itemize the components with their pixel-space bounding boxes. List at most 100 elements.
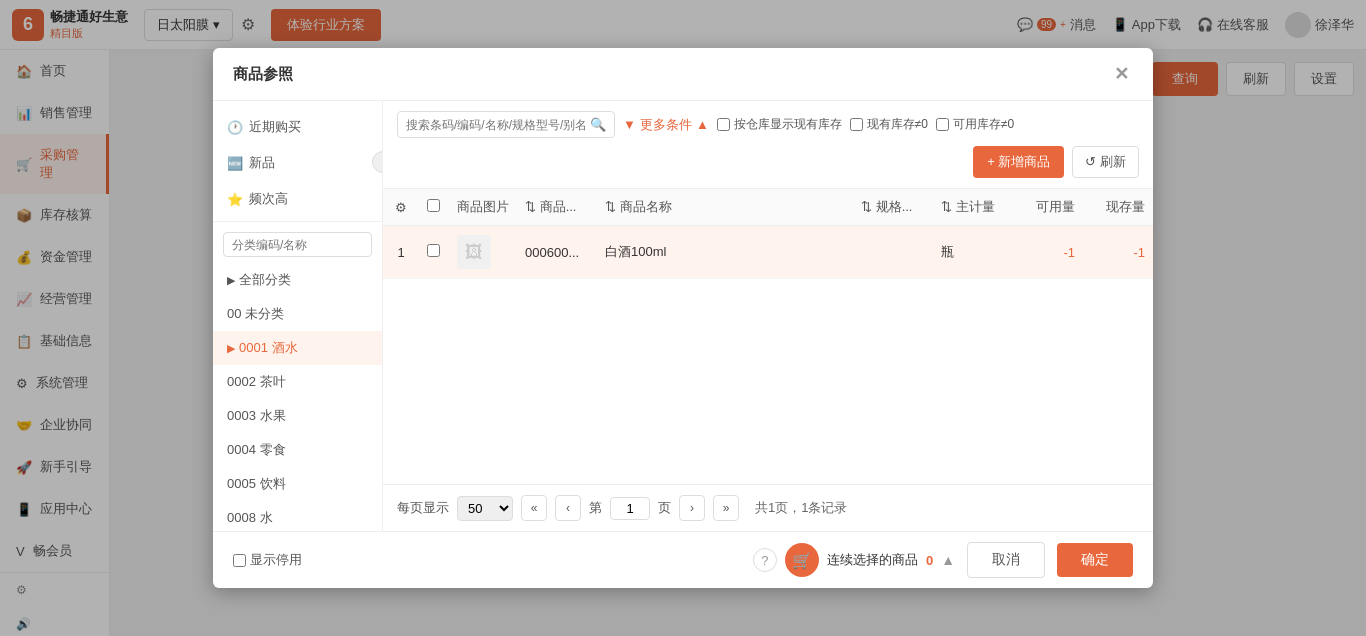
cat-arrow-all: ▶ [227, 274, 235, 287]
th-img-label: 商品图片 [457, 199, 509, 214]
cart-count: 0 [926, 553, 933, 568]
sort-spec-icon: ⇅ [861, 199, 872, 214]
cell-stock: -1 [1083, 226, 1153, 279]
cancel-button[interactable]: 取消 [967, 542, 1045, 578]
last-page-btn[interactable]: » [713, 495, 739, 521]
page-suffix: 页 [658, 499, 671, 517]
page-label: 第 [589, 499, 602, 517]
checkbox-stock-ne0-label[interactable]: 现有库存≠0 [850, 116, 928, 133]
per-page-label: 每页显示 [397, 499, 449, 517]
checkbox-warehouse-label[interactable]: 按仓库显示现有库存 [717, 116, 842, 133]
prev-page-btn[interactable]: ‹ [555, 495, 581, 521]
modal: 商品参照 ✕ 🕐 近期购买 🆕 新品 [213, 48, 1153, 588]
product-image-placeholder: 🖼 [457, 235, 491, 269]
cell-spec [853, 226, 933, 279]
cat-label-0005: 0005 饮料 [227, 475, 286, 493]
checkbox-stock-ne0-text: 现有库存≠0 [867, 116, 928, 133]
show-disabled-text: 显示停用 [250, 551, 302, 569]
modal-sidebar-recent[interactable]: 🕐 近期购买 [213, 109, 382, 145]
cat-item-0004[interactable]: 0004 零食 [213, 433, 382, 467]
th-avail-label: 可用量 [1036, 199, 1075, 214]
add-product-button[interactable]: + 新增商品 [973, 146, 1064, 178]
filter-label: 更多条件 [640, 116, 692, 134]
table-row[interactable]: 1 🖼 000600... 白酒100ml [383, 226, 1153, 279]
cat-item-0003[interactable]: 0003 水果 [213, 399, 382, 433]
th-stock: 现存量 [1083, 189, 1153, 226]
show-disabled-label[interactable]: 显示停用 [233, 551, 302, 569]
th-name[interactable]: ⇅ 商品名称 [597, 189, 853, 226]
cat-item-0008[interactable]: 0008 水 [213, 501, 382, 531]
next-page-btn[interactable]: › [679, 495, 705, 521]
th-stock-label: 现存量 [1106, 199, 1145, 214]
th-code[interactable]: ⇅ 商品... [517, 189, 597, 226]
th-gear[interactable]: ⚙ [383, 189, 419, 226]
cart-chevron-icon[interactable]: ▲ [941, 552, 955, 568]
cat-arrow-0001: ▶ [227, 342, 235, 355]
table-refresh-button[interactable]: ↺ 刷新 [1072, 146, 1139, 178]
table-settings-icon[interactable]: ⚙ [395, 200, 407, 215]
filter-btn[interactable]: ▼ 更多条件 ▲ [623, 116, 709, 134]
checkbox-stock-ne0[interactable] [850, 118, 863, 131]
cat-label-0002: 0002 茶叶 [227, 373, 286, 391]
category-search-input[interactable] [232, 238, 382, 252]
category-search[interactable]: 🔍 [223, 232, 372, 257]
sort-unit-icon: ⇅ [941, 199, 952, 214]
product-search-input[interactable] [406, 118, 586, 132]
checkbox-warehouse[interactable] [717, 118, 730, 131]
cat-label-0001: 0001 酒水 [239, 339, 298, 357]
cat-item-0002[interactable]: 0002 茶叶 [213, 365, 382, 399]
page-number-input[interactable] [610, 497, 650, 520]
th-name-label: 商品名称 [620, 199, 672, 214]
clock-icon: 🕐 [227, 120, 243, 135]
filter-icon: ▼ [623, 117, 636, 132]
first-page-btn[interactable]: « [521, 495, 547, 521]
cat-item-0005[interactable]: 0005 饮料 [213, 467, 382, 501]
th-spec[interactable]: ⇅ 规格... [853, 189, 933, 226]
modal-toolbar: 🔍 ▼ 更多条件 ▲ 按仓库显示现有库存 [383, 101, 1153, 189]
cell-unit: 瓶 [933, 226, 1003, 279]
sort-name-icon: ⇅ [605, 199, 616, 214]
row-checkbox[interactable] [427, 244, 440, 257]
th-check[interactable] [419, 189, 449, 226]
cat-search-icon: 🔍 [382, 237, 383, 252]
main-layout: 🏠 首页 📊 销售管理 🛒 采购管理 📦 库存核算 💰 资金管理 📈 经营管理 … [0, 50, 1366, 636]
checkbox-warehouse-text: 按仓库显示现有库存 [734, 116, 842, 133]
cat-label-0004: 0004 零食 [227, 441, 286, 459]
cell-name: 白酒100ml [597, 226, 853, 279]
cart-icon: 🛒 [792, 551, 812, 570]
modal-sidebar-new[interactable]: 🆕 新品 [213, 145, 382, 181]
modal-title: 商品参照 [233, 65, 293, 84]
help-icon[interactable]: ? [753, 548, 777, 572]
star-icon: ⭐ [227, 192, 243, 207]
th-avail: 可用量 [1003, 189, 1083, 226]
toolbar-right: + 新增商品 ↺ 刷新 [973, 146, 1139, 178]
cell-check[interactable] [419, 226, 449, 279]
cart-button[interactable]: 🛒 [785, 543, 819, 577]
cat-item-0001[interactable]: ▶ 0001 酒水 [213, 331, 382, 365]
select-all-checkbox[interactable] [427, 199, 440, 212]
cat-item-all[interactable]: ▶ 全部分类 [213, 263, 382, 297]
show-disabled-checkbox[interactable] [233, 554, 246, 567]
confirm-button[interactable]: 确定 [1057, 543, 1133, 577]
modal-body: 🕐 近期购买 🆕 新品 ⭐ 频次高 《 [213, 101, 1153, 531]
modal-close-button[interactable]: ✕ [1109, 62, 1133, 86]
product-search-box[interactable]: 🔍 [397, 111, 615, 138]
per-page-select[interactable]: 50 100 200 [457, 496, 513, 521]
cat-label-0008: 0008 水 [227, 509, 273, 527]
modal-sidebar-freq[interactable]: ⭐ 频次高 [213, 181, 382, 217]
cell-code: 000600... [517, 226, 597, 279]
checkbox-avail-ne0[interactable] [936, 118, 949, 131]
help-question-mark: ? [761, 553, 768, 568]
search-icon[interactable]: 🔍 [590, 117, 606, 132]
table-body: 1 🖼 000600... 白酒100ml [383, 226, 1153, 279]
cell-img: 🖼 [449, 226, 517, 279]
cat-item-00[interactable]: 00 未分类 [213, 297, 382, 331]
new-icon: 🆕 [227, 156, 243, 171]
th-unit[interactable]: ⇅ 主计量 [933, 189, 1003, 226]
checkbox-avail-ne0-label[interactable]: 可用库存≠0 [936, 116, 1014, 133]
filter-chevron-icon: ▲ [696, 117, 709, 132]
cat-label-all: 全部分类 [239, 271, 291, 289]
modal-header: 商品参照 ✕ [213, 48, 1153, 101]
checkbox-avail-ne0-text: 可用库存≠0 [953, 116, 1014, 133]
cell-avail: -1 [1003, 226, 1083, 279]
